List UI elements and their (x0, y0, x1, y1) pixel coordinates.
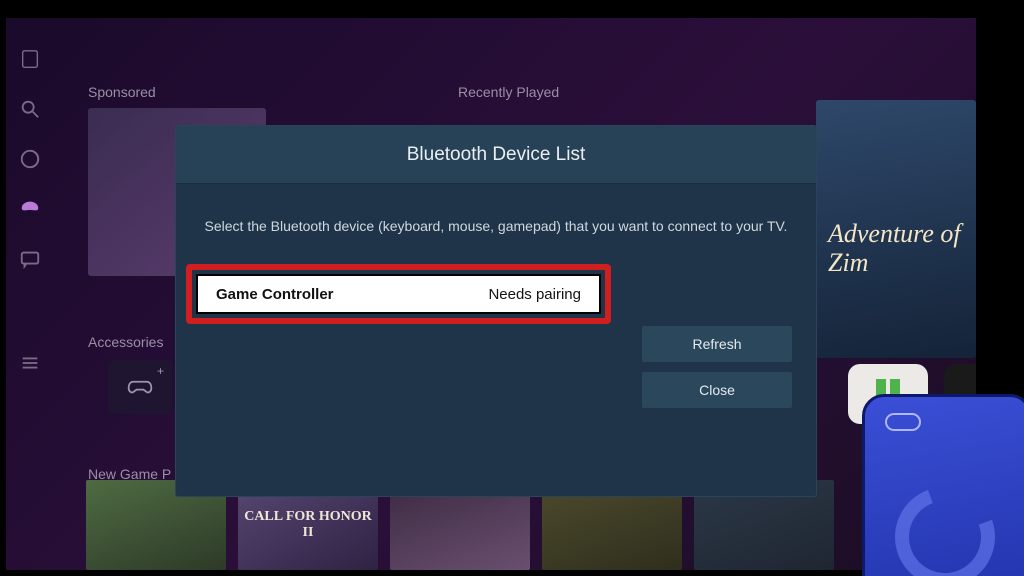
device-name: Game Controller (216, 286, 334, 303)
chat-icon[interactable] (19, 248, 41, 270)
refresh-button[interactable]: Refresh (642, 326, 792, 362)
plus-icon: + (157, 364, 164, 378)
device-row-game-controller[interactable]: Game Controller Needs pairing (196, 274, 601, 314)
gamepad-icon (126, 377, 154, 397)
accessories-label: Accessories (88, 334, 163, 350)
search-icon[interactable] (19, 98, 41, 120)
dialog-description: Select the Bluetooth device (keyboard, m… (176, 184, 816, 258)
menu-icon[interactable] (19, 352, 41, 374)
recently-played-label: Recently Played (458, 84, 559, 100)
recently-played-card[interactable]: Adventure of Zim (816, 100, 976, 358)
profile-icon[interactable] (19, 48, 41, 70)
tv-home-screen: Sponsored Recently Played Adventure of Z… (6, 18, 976, 570)
close-button[interactable]: Close (642, 372, 792, 408)
sidebar (6, 18, 54, 570)
add-accessory-button[interactable]: + (108, 360, 172, 414)
card-title: Adventure of Zim (828, 219, 961, 277)
phone-camera-cutout (885, 413, 921, 431)
dialog-title: Bluetooth Device List (176, 126, 816, 184)
phone-wallpaper-swirl (879, 471, 1012, 576)
bluetooth-device-list-dialog: Bluetooth Device List Select the Bluetoo… (176, 126, 816, 496)
game-icon[interactable] (19, 198, 41, 220)
highlighted-selection: Game Controller Needs pairing (186, 264, 611, 324)
sponsored-label: Sponsored (88, 84, 156, 100)
phone-overlay (862, 394, 1024, 576)
ambient-icon[interactable] (19, 148, 41, 170)
dialog-actions: Refresh Close (642, 326, 792, 408)
device-status: Needs pairing (488, 286, 581, 303)
